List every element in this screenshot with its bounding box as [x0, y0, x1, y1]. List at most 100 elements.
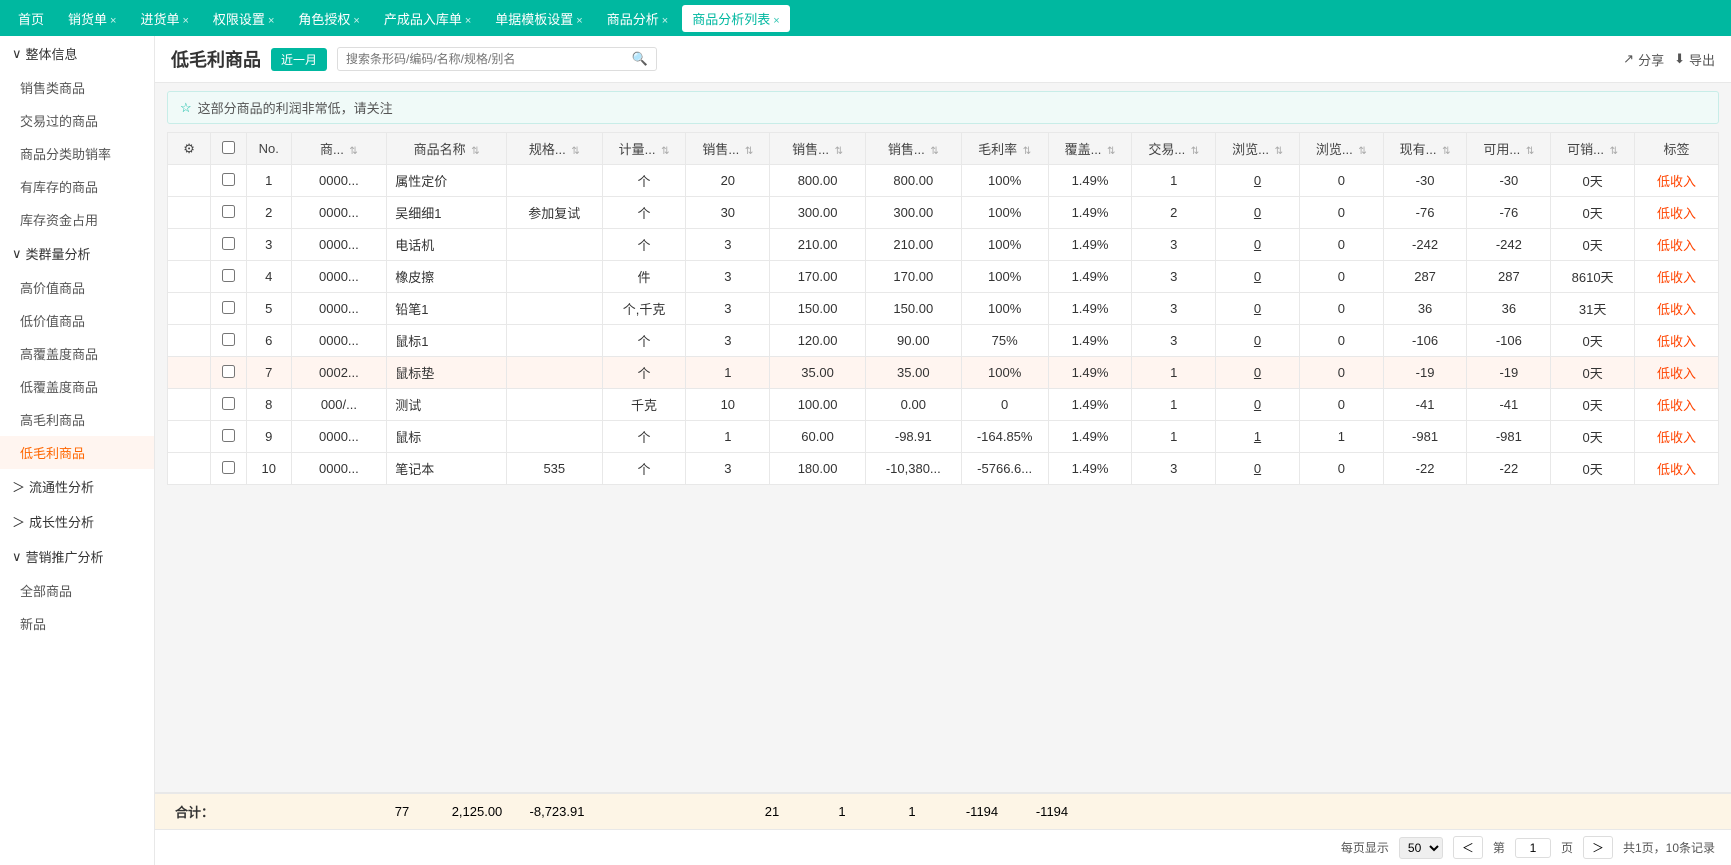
- sidebar-item-category-rate[interactable]: 商品分类助销率: [0, 137, 154, 170]
- sidebar-item-high-coverage[interactable]: 高覆盖度商品: [0, 337, 154, 370]
- nav-close-icon[interactable]: ×: [110, 15, 116, 27]
- page-number-input[interactable]: [1515, 838, 1551, 858]
- sidebar-item-in-stock-products[interactable]: 有库存的商品: [0, 170, 154, 203]
- sidebar-item-high-value[interactable]: 高价值商品: [0, 271, 154, 304]
- cell-view1[interactable]: 0: [1216, 357, 1300, 389]
- th-check[interactable]: [211, 133, 247, 165]
- nav-close-icon[interactable]: ×: [353, 15, 359, 27]
- nav-permission-settings[interactable]: 权限设置×: [203, 5, 284, 32]
- sidebar-group-circulation[interactable]: ＞ 流通性分析: [0, 469, 154, 504]
- prev-page-button[interactable]: ＜: [1453, 836, 1483, 859]
- next-page-button[interactable]: ＞: [1583, 836, 1613, 859]
- nav-close-icon[interactable]: ×: [662, 15, 668, 27]
- sidebar-item-low-margin[interactable]: 低毛利商品: [0, 436, 154, 469]
- sidebar-group-growth[interactable]: ＞ 成长性分析: [0, 504, 154, 539]
- date-filter-button[interactable]: 近一月: [271, 48, 327, 71]
- th-settings[interactable]: ⚙: [168, 133, 211, 165]
- view1-link[interactable]: 0: [1254, 301, 1261, 316]
- th-name[interactable]: 商品名称 ⇅: [387, 133, 507, 165]
- nav-close-icon[interactable]: ×: [465, 15, 471, 27]
- th-code[interactable]: 商... ⇅: [291, 133, 387, 165]
- row-checkbox[interactable]: [222, 205, 235, 218]
- sidebar-item-high-margin[interactable]: 高毛利商品: [0, 403, 154, 436]
- cell-view1[interactable]: 0: [1216, 261, 1300, 293]
- row-checkbox[interactable]: [222, 397, 235, 410]
- nav-purchase-order[interactable]: 进货单×: [130, 5, 198, 32]
- nav-close-icon[interactable]: ×: [576, 15, 582, 27]
- view1-link[interactable]: 0: [1254, 333, 1261, 348]
- cell-view1[interactable]: 0: [1216, 165, 1300, 197]
- row-checkbox[interactable]: [222, 173, 235, 186]
- th-cover[interactable]: 覆盖... ⇅: [1048, 133, 1132, 165]
- cell-check[interactable]: [211, 197, 247, 229]
- th-available[interactable]: 可用... ⇅: [1467, 133, 1551, 165]
- view1-link[interactable]: 0: [1254, 237, 1261, 252]
- sidebar-item-low-coverage[interactable]: 低覆盖度商品: [0, 370, 154, 403]
- th-sales-amt[interactable]: 销售... ⇅: [770, 133, 866, 165]
- cell-view1[interactable]: 0: [1216, 389, 1300, 421]
- cell-view1[interactable]: 0: [1216, 325, 1300, 357]
- per-page-select[interactable]: 50: [1399, 837, 1443, 859]
- row-checkbox[interactable]: [222, 237, 235, 250]
- cell-check[interactable]: [211, 229, 247, 261]
- sidebar-item-new-products[interactable]: 新品: [0, 607, 154, 640]
- cell-view1[interactable]: 0: [1216, 197, 1300, 229]
- cell-view1[interactable]: 1: [1216, 421, 1300, 453]
- cell-check[interactable]: [211, 293, 247, 325]
- nav-product-entry[interactable]: 产成品入库单×: [374, 5, 481, 32]
- view1-link[interactable]: 0: [1254, 365, 1261, 380]
- sidebar-group-cluster[interactable]: ∨ 类群量分析: [0, 236, 154, 271]
- view1-link[interactable]: 0: [1254, 269, 1261, 284]
- nav-home[interactable]: 首页: [8, 5, 54, 32]
- row-checkbox[interactable]: [222, 269, 235, 282]
- cell-check[interactable]: [211, 421, 247, 453]
- sidebar-group-marketing[interactable]: ∨ 营销推广分析: [0, 539, 154, 574]
- th-gross-rate[interactable]: 毛利率 ⇅: [961, 133, 1048, 165]
- nav-close-icon[interactable]: ×: [773, 15, 779, 27]
- cell-view1[interactable]: 0: [1216, 229, 1300, 261]
- select-all-checkbox[interactable]: [222, 141, 235, 154]
- th-sellable[interactable]: 可销... ⇅: [1551, 133, 1635, 165]
- th-sales-qty[interactable]: 销售... ⇅: [686, 133, 770, 165]
- sidebar-item-low-value[interactable]: 低价值商品: [0, 304, 154, 337]
- view1-link[interactable]: 0: [1254, 397, 1261, 412]
- view1-link[interactable]: 0: [1254, 461, 1261, 476]
- cell-view1[interactable]: 0: [1216, 293, 1300, 325]
- nav-role-auth[interactable]: 角色授权×: [288, 5, 369, 32]
- search-icon[interactable]: 🔍: [632, 51, 648, 67]
- nav-sales-order[interactable]: 销货单×: [58, 5, 126, 32]
- nav-close-icon[interactable]: ×: [268, 15, 274, 27]
- nav-close-icon[interactable]: ×: [182, 15, 188, 27]
- cell-check[interactable]: [211, 325, 247, 357]
- th-spec[interactable]: 规格... ⇅: [506, 133, 602, 165]
- sidebar-item-inventory-capital[interactable]: 库存资金占用: [0, 203, 154, 236]
- cell-check[interactable]: [211, 389, 247, 421]
- th-unit[interactable]: 计量... ⇅: [602, 133, 686, 165]
- sidebar-group-overall[interactable]: ∨ 整体信息: [0, 36, 154, 71]
- export-button[interactable]: ⬇ 导出: [1674, 50, 1715, 69]
- table-container[interactable]: ⚙ No. 商... ⇅ 商品名称 ⇅ 规格... ⇅ 计量... ⇅ 销售..…: [155, 132, 1731, 792]
- sidebar-item-sales-products[interactable]: 销售类商品: [0, 71, 154, 104]
- row-checkbox[interactable]: [222, 429, 235, 442]
- row-checkbox[interactable]: [222, 461, 235, 474]
- sidebar-item-traded-products[interactable]: 交易过的商品: [0, 104, 154, 137]
- nav-product-analysis[interactable]: 商品分析×: [597, 5, 678, 32]
- view1-link[interactable]: 0: [1254, 173, 1261, 188]
- th-sales-profit[interactable]: 销售... ⇅: [865, 133, 961, 165]
- th-view1[interactable]: 浏览... ⇅: [1216, 133, 1300, 165]
- cell-check[interactable]: [211, 261, 247, 293]
- share-button[interactable]: ↗ 分享: [1623, 50, 1664, 69]
- cell-view1[interactable]: 0: [1216, 453, 1300, 485]
- view1-link[interactable]: 1: [1254, 429, 1261, 444]
- cell-check[interactable]: [211, 165, 247, 197]
- view1-link[interactable]: 0: [1254, 205, 1261, 220]
- th-view2[interactable]: 浏览... ⇅: [1299, 133, 1383, 165]
- nav-product-analysis-list[interactable]: 商品分析列表×: [682, 5, 789, 32]
- row-checkbox[interactable]: [222, 333, 235, 346]
- sidebar-item-all-products[interactable]: 全部商品: [0, 574, 154, 607]
- th-trade[interactable]: 交易... ⇅: [1132, 133, 1216, 165]
- cell-check[interactable]: [211, 453, 247, 485]
- th-current[interactable]: 现有... ⇅: [1383, 133, 1467, 165]
- row-checkbox[interactable]: [222, 365, 235, 378]
- nav-template-settings[interactable]: 单据模板设置×: [485, 5, 592, 32]
